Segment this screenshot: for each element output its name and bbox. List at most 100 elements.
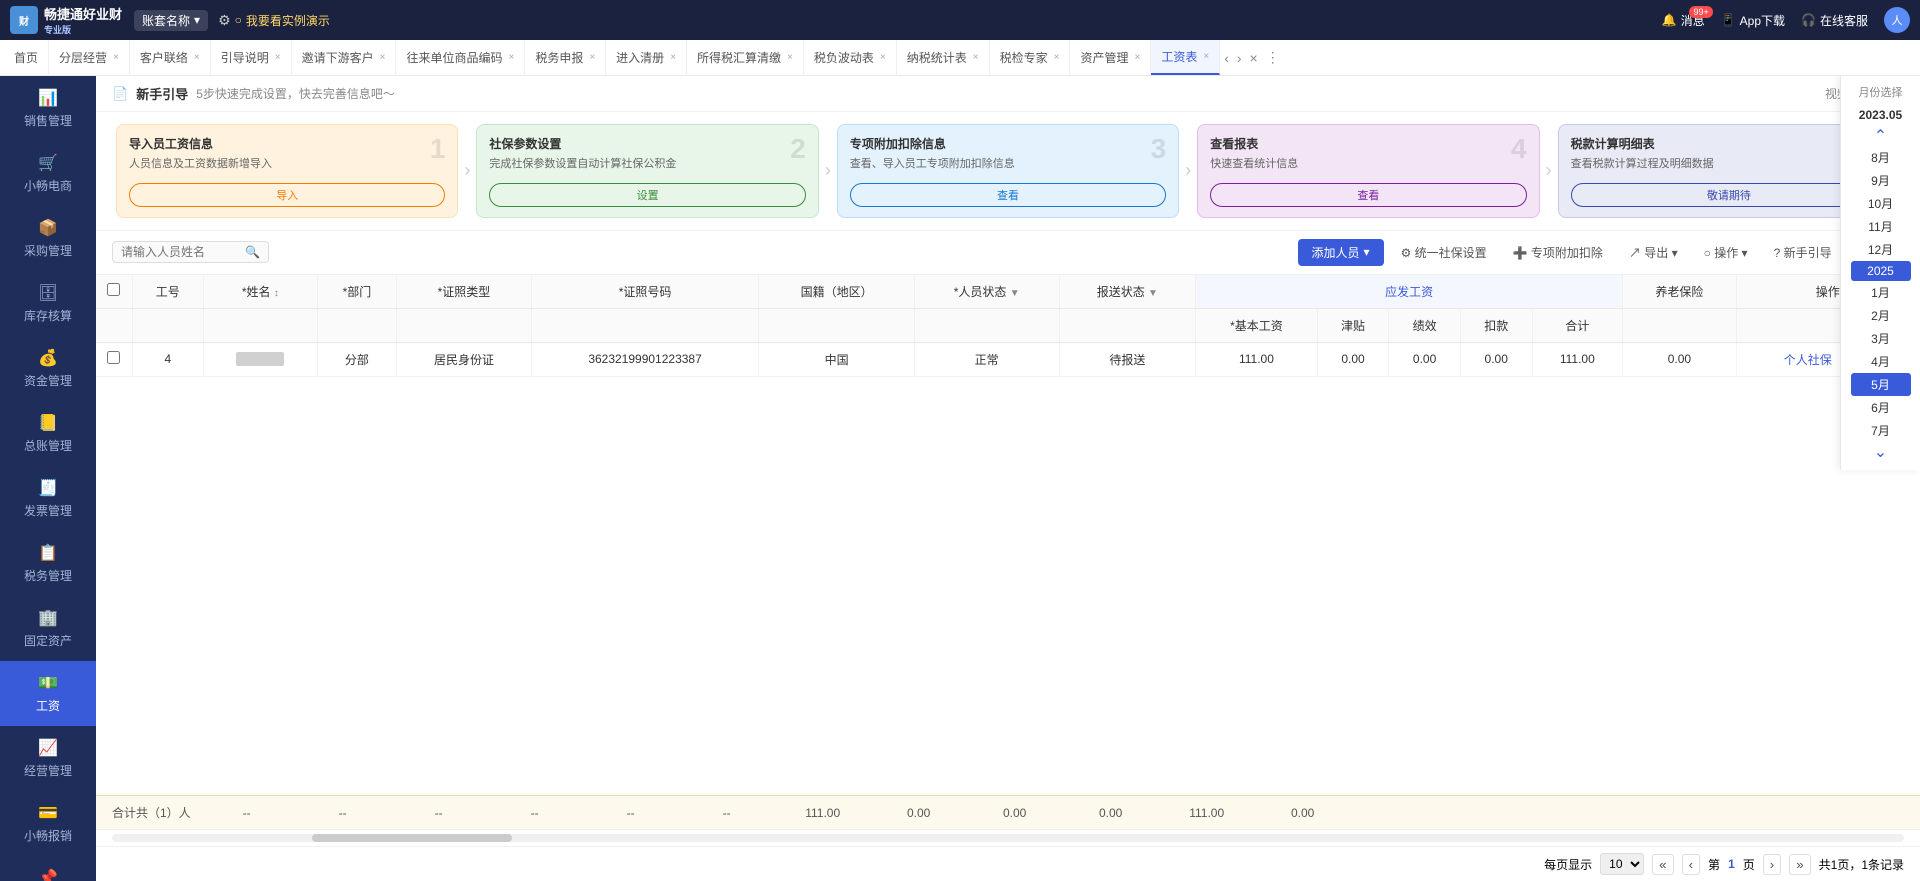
month-up-icon[interactable]: ⌃ bbox=[1874, 126, 1887, 146]
month-12[interactable]: 12月 bbox=[1851, 238, 1911, 261]
month-3[interactable]: 3月 bbox=[1851, 327, 1911, 350]
tab-payroll[interactable]: 工资表 × bbox=[1151, 40, 1220, 75]
close-icon[interactable]: × bbox=[787, 52, 793, 63]
last-page-button[interactable]: » bbox=[1789, 854, 1810, 875]
search-icon[interactable]: 🔍 bbox=[245, 245, 260, 259]
cell-status: 正常 bbox=[914, 342, 1059, 376]
search-input[interactable] bbox=[121, 245, 241, 259]
sidebar-item-payroll[interactable]: 💵 工资 bbox=[0, 661, 96, 726]
next-page-button[interactable]: › bbox=[1763, 854, 1781, 875]
app-download-button[interactable]: 📱 App下载 bbox=[1721, 12, 1785, 29]
footer-dash-1: -- bbox=[207, 806, 287, 820]
add-person-button[interactable]: 添加人员 ▾ bbox=[1298, 239, 1384, 266]
scroll-thumb[interactable] bbox=[312, 834, 512, 842]
search-box[interactable]: 🔍 bbox=[112, 241, 269, 263]
op-social-security[interactable]: 个人社保 bbox=[1784, 353, 1832, 367]
payroll-icon: 💵 bbox=[38, 673, 58, 693]
month-9[interactable]: 9月 bbox=[1851, 169, 1911, 192]
step-btn-3[interactable]: 查看 bbox=[850, 183, 1166, 207]
first-page-button[interactable]: « bbox=[1652, 854, 1673, 875]
sidebar-item-ecommerce[interactable]: 🛒 小畅电商 bbox=[0, 141, 96, 206]
footer-deduction: 0.00 bbox=[1071, 806, 1151, 820]
footer-dash-2: -- bbox=[303, 806, 383, 820]
tab-home[interactable]: 首页 bbox=[4, 40, 49, 75]
prev-page-button[interactable]: ‹ bbox=[1682, 854, 1700, 875]
sidebar-item-fixed-assets[interactable]: 🏢 固定资产 bbox=[0, 596, 96, 661]
sidebar-item-purchase[interactable]: 📦 采购管理 bbox=[0, 206, 96, 271]
cell-pension: 0.00 bbox=[1623, 342, 1736, 376]
tab-layered[interactable]: 分层经营 × bbox=[49, 40, 130, 75]
footer-dash-5: -- bbox=[591, 806, 671, 820]
account-selector[interactable]: 账套名称 ▾ bbox=[134, 10, 208, 31]
chevron-down-icon: ▾ bbox=[194, 13, 200, 27]
month-7[interactable]: 7月 bbox=[1851, 419, 1911, 442]
step-btn-1[interactable]: 导入 bbox=[129, 183, 445, 207]
close-icon[interactable]: × bbox=[113, 52, 119, 63]
close-icon[interactable]: × bbox=[275, 52, 281, 63]
month-8[interactable]: 8月 bbox=[1851, 146, 1911, 169]
chevron-down-icon: ▾ bbox=[1364, 245, 1370, 259]
step-btn-2[interactable]: 设置 bbox=[489, 183, 805, 207]
month-1[interactable]: 1月 bbox=[1851, 281, 1911, 304]
tab-assets[interactable]: 资产管理 × bbox=[1070, 40, 1151, 75]
sidebar-item-ledger[interactable]: 📒 总账管理 bbox=[0, 401, 96, 466]
sidebar-item-funds[interactable]: 💰 资金管理 bbox=[0, 336, 96, 401]
month-6[interactable]: 6月 bbox=[1851, 396, 1911, 419]
select-all-checkbox[interactable] bbox=[107, 283, 120, 296]
special-deduction-button[interactable]: ➕ 专项附加扣除 bbox=[1504, 239, 1612, 266]
user-avatar[interactable]: 人 bbox=[1884, 7, 1910, 33]
sidebar-item-basic[interactable]: 📌 基础信息 bbox=[0, 856, 96, 881]
settings-icon[interactable]: ⚙ bbox=[218, 12, 231, 29]
tab-tax-expert[interactable]: 税检专家 × bbox=[990, 40, 1071, 75]
tab-tax-report[interactable]: 税务申报 × bbox=[525, 40, 606, 75]
tab-prev-icon[interactable]: ‹ bbox=[1220, 50, 1233, 66]
export-button[interactable]: ↗ 导出 ▾ bbox=[1620, 239, 1687, 266]
close-icon[interactable]: × bbox=[973, 52, 979, 63]
tab-next-icon[interactable]: › bbox=[1233, 50, 1246, 66]
tab-clearance[interactable]: 进入清册 × bbox=[606, 40, 687, 75]
close-icon[interactable]: × bbox=[1203, 51, 1209, 62]
tab-guide[interactable]: 引导说明 × bbox=[211, 40, 292, 75]
month-2[interactable]: 2月 bbox=[1851, 304, 1911, 327]
row-checkbox[interactable] bbox=[107, 351, 120, 364]
step-btn-4[interactable]: 查看 bbox=[1210, 183, 1526, 207]
tab-product-code[interactable]: 往来单位商品编码 × bbox=[396, 40, 525, 75]
close-icon[interactable]: × bbox=[589, 52, 595, 63]
tab-contact[interactable]: 客户联络 × bbox=[130, 40, 211, 75]
close-icon[interactable]: × bbox=[194, 52, 200, 63]
sidebar-label-fixed-assets: 固定资产 bbox=[24, 632, 72, 649]
close-icon[interactable]: × bbox=[1134, 52, 1140, 63]
month-11[interactable]: 11月 bbox=[1851, 215, 1911, 238]
sidebar-label-sales: 销售管理 bbox=[24, 112, 72, 129]
tab-tax-burden[interactable]: 税负波动表 × bbox=[804, 40, 897, 75]
close-icon[interactable]: × bbox=[1054, 52, 1060, 63]
sidebar-item-invoice[interactable]: 🧾 发票管理 bbox=[0, 466, 96, 531]
horizontal-scrollbar[interactable] bbox=[96, 829, 1920, 846]
month-5[interactable]: 5月 bbox=[1851, 373, 1911, 396]
sidebar-item-expense[interactable]: 💳 小畅报销 bbox=[0, 791, 96, 856]
per-page-select[interactable]: 10 20 50 bbox=[1600, 853, 1644, 875]
sidebar-item-inventory[interactable]: 🗄 库存核算 bbox=[0, 271, 96, 336]
cell-dept: 分部 bbox=[317, 342, 397, 376]
month-4[interactable]: 4月 bbox=[1851, 350, 1911, 373]
message-button[interactable]: 🔔 消息 99+ bbox=[1662, 12, 1705, 29]
sidebar-item-sales[interactable]: 📊 销售管理 bbox=[0, 76, 96, 141]
close-icon[interactable]: × bbox=[880, 52, 886, 63]
month-down-icon[interactable]: ⌄ bbox=[1874, 442, 1887, 462]
tab-menu-icon[interactable]: ⋮ bbox=[1262, 49, 1284, 66]
tab-tax-stats[interactable]: 纳税统计表 × bbox=[897, 40, 990, 75]
tab-close-all-icon[interactable]: × bbox=[1246, 50, 1262, 66]
sidebar-item-tax[interactable]: 📋 税务管理 bbox=[0, 531, 96, 596]
close-icon[interactable]: × bbox=[670, 52, 676, 63]
tab-invite[interactable]: 邀请下游客户 × bbox=[292, 40, 397, 75]
operations-button[interactable]: ○ 操作 ▾ bbox=[1695, 239, 1757, 266]
tab-income-tax[interactable]: 所得税汇算清缴 × bbox=[687, 40, 804, 75]
sidebar-item-operations[interactable]: 📈 经营管理 bbox=[0, 726, 96, 791]
unified-social-security-button[interactable]: ⚙ 统一社保设置 bbox=[1392, 239, 1496, 266]
online-service-button[interactable]: 🎧 在线客服 bbox=[1801, 12, 1868, 29]
month-10[interactable]: 10月 bbox=[1851, 192, 1911, 215]
close-icon[interactable]: × bbox=[380, 52, 386, 63]
newbie-guide-button[interactable]: ? 新手引导 bbox=[1765, 239, 1841, 266]
demo-button[interactable]: ○ 我要看实例演示 bbox=[235, 12, 330, 29]
close-icon[interactable]: × bbox=[508, 52, 514, 63]
